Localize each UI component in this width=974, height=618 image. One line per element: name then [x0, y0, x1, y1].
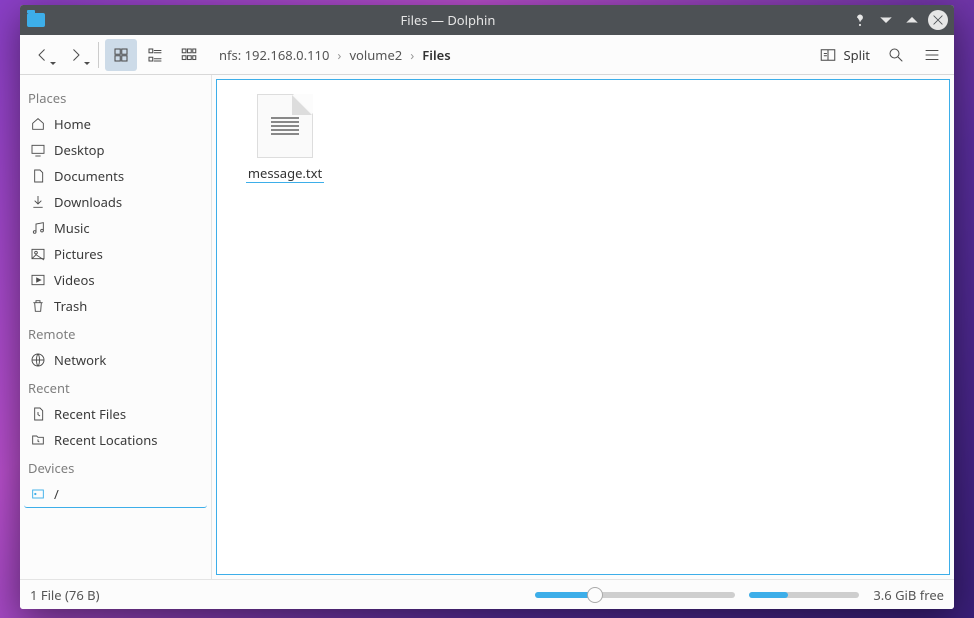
- sidebar-item-label: Pictures: [54, 245, 103, 263]
- nav-forward-button[interactable]: [60, 39, 92, 71]
- disk-usage-bar: [749, 592, 859, 598]
- text-file-icon: [257, 94, 313, 158]
- keep-below-icon[interactable]: [876, 10, 896, 30]
- sidebar-item-label: /: [54, 485, 59, 503]
- window-title: Files — Dolphin: [52, 11, 844, 29]
- sidebar-item-pictures[interactable]: Pictures: [24, 241, 207, 267]
- sidebar-item-label: Music: [54, 219, 90, 237]
- status-summary: 1 File (76 B): [30, 586, 100, 604]
- sidebar-item-documents[interactable]: Documents: [24, 163, 207, 189]
- chevron-right-icon: ›: [337, 46, 341, 64]
- section-places: Places: [24, 83, 207, 111]
- toolbar-separator: [98, 42, 99, 68]
- icon-view-button[interactable]: [105, 39, 137, 71]
- toolbar: nfs: 192.168.0.110 › volume2 › Files Spl…: [20, 35, 954, 75]
- nav-back-button[interactable]: [26, 39, 58, 71]
- breadcrumb-segment[interactable]: nfs: 192.168.0.110: [215, 44, 333, 66]
- split-label: Split: [843, 46, 870, 64]
- sidebar-item-trash[interactable]: Trash: [24, 293, 207, 319]
- file-item[interactable]: message.txt: [225, 88, 345, 189]
- body: Places Home Desktop Documents Downloads …: [20, 75, 954, 579]
- section-recent: Recent: [24, 373, 207, 401]
- sidebar-item-network[interactable]: Network: [24, 347, 207, 373]
- section-devices: Devices: [24, 453, 207, 481]
- sidebar-item-recent-locations[interactable]: Recent Locations: [24, 427, 207, 453]
- sidebar-item-label: Network: [54, 351, 106, 369]
- places-panel: Places Home Desktop Documents Downloads …: [20, 75, 212, 579]
- sidebar-item-label: Trash: [54, 297, 87, 315]
- sidebar-item-desktop[interactable]: Desktop: [24, 137, 207, 163]
- statusbar: 1 File (76 B) 3.6 GiB free: [20, 579, 954, 609]
- keep-above-icon[interactable]: [902, 10, 922, 30]
- help-icon[interactable]: [850, 10, 870, 30]
- sidebar-item-label: Recent Locations: [54, 431, 157, 449]
- sidebar-item-videos[interactable]: Videos: [24, 267, 207, 293]
- sidebar-item-label: Downloads: [54, 193, 122, 211]
- breadcrumb-current[interactable]: Files: [418, 44, 454, 66]
- sidebar-item-downloads[interactable]: Downloads: [24, 189, 207, 215]
- sidebar-item-label: Recent Files: [54, 405, 126, 423]
- sidebar-item-home[interactable]: Home: [24, 111, 207, 137]
- free-space-label: 3.6 GiB free: [873, 586, 944, 604]
- sidebar-item-music[interactable]: Music: [24, 215, 207, 241]
- breadcrumb[interactable]: nfs: 192.168.0.110 › volume2 › Files: [207, 44, 811, 66]
- chevron-right-icon: ›: [410, 46, 414, 64]
- split-button[interactable]: Split: [813, 39, 876, 71]
- toolbar-right: Split: [813, 39, 948, 71]
- sidebar-item-label: Desktop: [54, 141, 105, 159]
- sidebar-item-recent-files[interactable]: Recent Files: [24, 401, 207, 427]
- search-button[interactable]: [880, 39, 912, 71]
- app-icon: [26, 10, 46, 30]
- compact-view-button[interactable]: [139, 39, 171, 71]
- sidebar-item-label: Videos: [54, 271, 95, 289]
- section-remote: Remote: [24, 319, 207, 347]
- dolphin-window: Files — Dolphin nfs:: [20, 5, 954, 609]
- hamburger-menu-button[interactable]: [916, 39, 948, 71]
- breadcrumb-segment[interactable]: volume2: [345, 44, 406, 66]
- details-view-button[interactable]: [173, 39, 205, 71]
- sidebar-item-label: Home: [54, 115, 91, 133]
- close-icon[interactable]: [928, 10, 948, 30]
- titlebar: Files — Dolphin: [20, 5, 954, 35]
- file-name-label: message.txt: [246, 164, 324, 183]
- sidebar-item-label: Documents: [54, 167, 124, 185]
- content-area: message.txt: [212, 75, 954, 579]
- zoom-slider[interactable]: [535, 592, 735, 598]
- file-view[interactable]: message.txt: [216, 79, 950, 575]
- sidebar-item-root[interactable]: /: [24, 481, 207, 508]
